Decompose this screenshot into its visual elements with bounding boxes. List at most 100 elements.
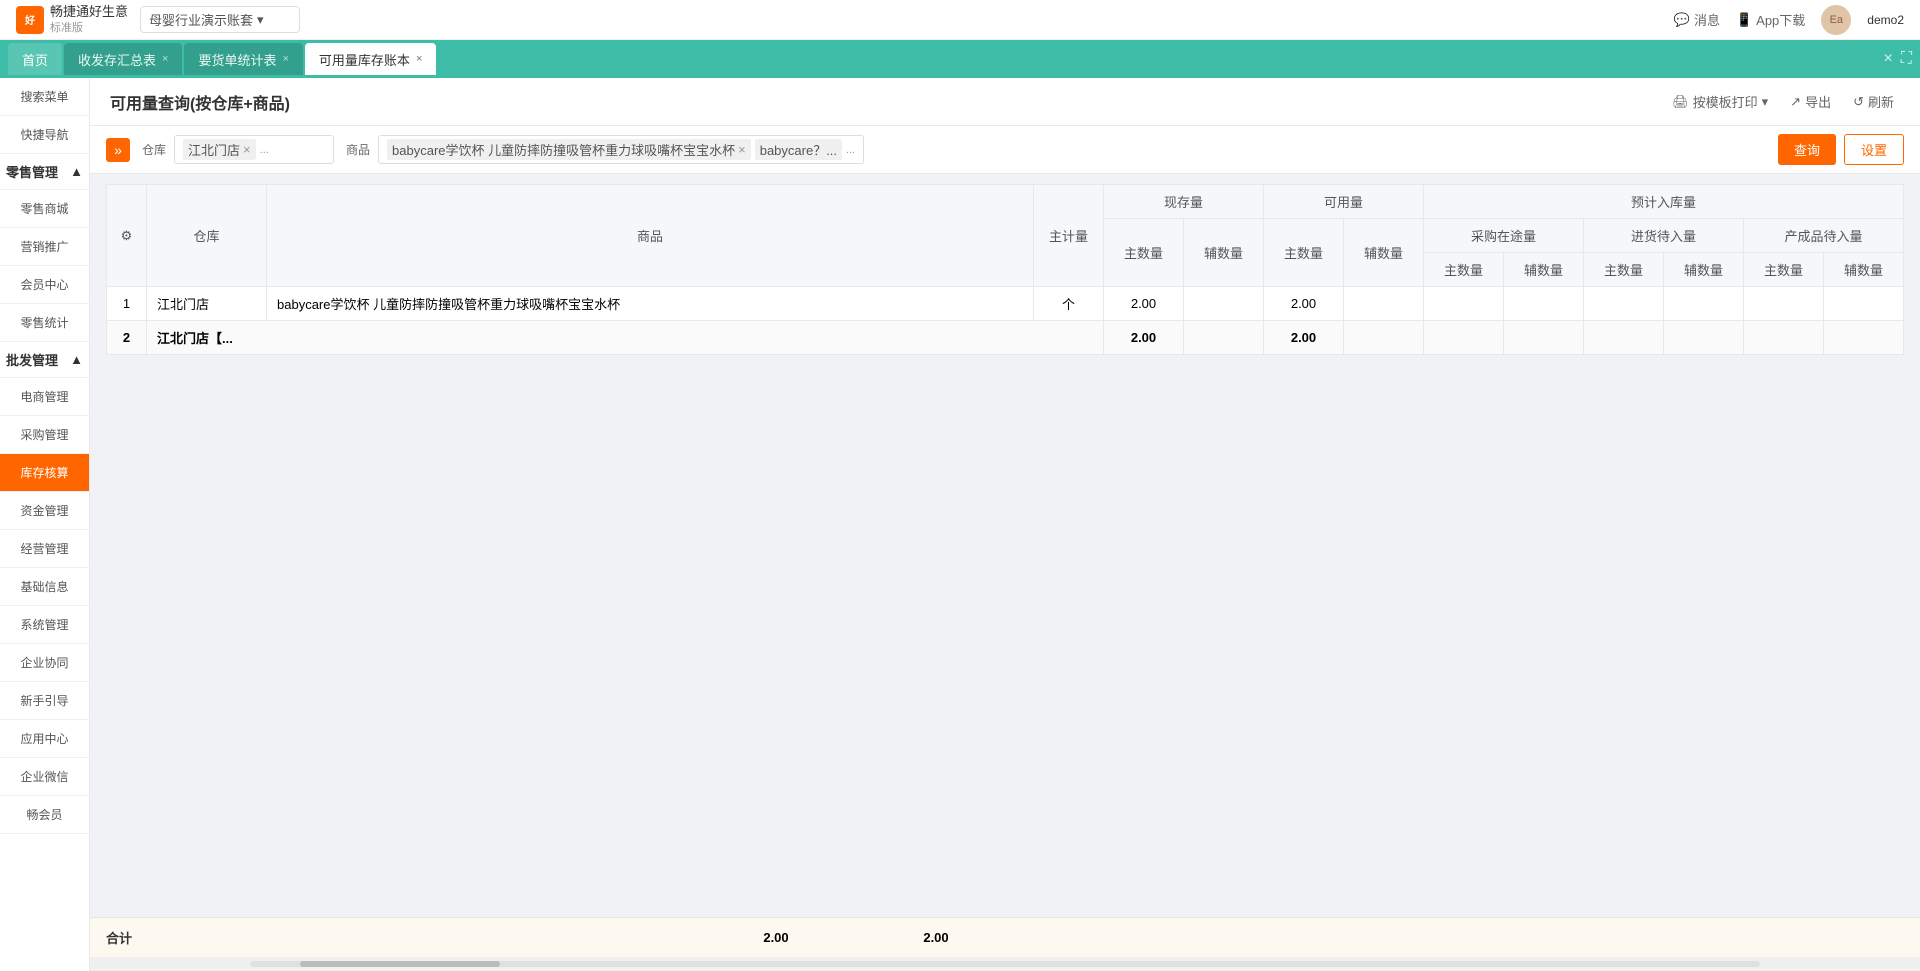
td-purchase-main-1 bbox=[1424, 287, 1504, 321]
fullscreen-button[interactable]: ⛶ bbox=[1901, 50, 1912, 68]
tab-available-inventory-close[interactable]: × bbox=[416, 53, 422, 65]
sidebar-item-marketing[interactable]: 营销推广 bbox=[0, 228, 89, 266]
td-subtotal-purchase-main bbox=[1424, 321, 1504, 355]
scrollbar-thumb[interactable] bbox=[300, 961, 500, 967]
th-available-aux: 辅数量 bbox=[1344, 219, 1424, 287]
table-subtotal-row: 2 江北门店【... 2.00 2.00 bbox=[107, 321, 1904, 355]
sidebar-item-new-guide[interactable]: 新手引导 bbox=[0, 682, 89, 720]
th-available-main: 主数量 bbox=[1264, 219, 1344, 287]
th-arrival-main: 主数量 bbox=[1584, 253, 1664, 287]
expand-filter-button[interactable]: » bbox=[106, 138, 130, 162]
product-filter-input[interactable]: babycare学饮杯 儿童防摔防撞吸管杯重力球吸嘴杯宝宝水杯 × babyca… bbox=[378, 135, 864, 164]
close-all-tabs-button[interactable]: × bbox=[1883, 50, 1892, 68]
query-button[interactable]: 查询 bbox=[1778, 134, 1836, 165]
total-stock-main: 2.00 bbox=[736, 926, 816, 949]
export-icon: ↗ bbox=[1790, 94, 1801, 110]
sidebar-item-retail-store[interactable]: 零售商城 bbox=[0, 190, 89, 228]
tab-receive-summary-close[interactable]: × bbox=[162, 53, 168, 65]
total-spacer bbox=[266, 926, 736, 949]
gear-icon[interactable]: ⚙ bbox=[121, 228, 133, 243]
sidebar-item-wholesale-mgmt[interactable]: 批发管理▲ bbox=[0, 342, 89, 378]
tab-home-label: 首页 bbox=[22, 50, 48, 69]
td-purchase-aux-1 bbox=[1504, 287, 1584, 321]
th-inbound-group: 预计入库量 bbox=[1424, 185, 1904, 219]
sidebar-item-retail-mgmt[interactable]: 零售管理▲ bbox=[0, 154, 89, 190]
sidebar-item-inventory-check[interactable]: 库存核算 bbox=[0, 454, 89, 492]
sidebar-item-quick-nav[interactable]: 快捷导航 bbox=[0, 116, 89, 154]
tab-receive-summary[interactable]: 收发存汇总表 × bbox=[64, 43, 182, 75]
th-production-group: 产成品待入量 bbox=[1744, 219, 1904, 253]
print-icon: 🖨 bbox=[1672, 94, 1689, 110]
td-product-1: babycare学饮杯 儿童防摔防撞吸管杯重力球吸嘴杯宝宝水杯 bbox=[267, 287, 1034, 321]
message-button[interactable]: 💬 消息 bbox=[1674, 10, 1720, 29]
industry-select[interactable]: 母婴行业演示账套 ▾ bbox=[140, 6, 300, 33]
sidebar-item-system-mgmt[interactable]: 系统管理 bbox=[0, 606, 89, 644]
sidebar-item-member-center[interactable]: 会员中心 bbox=[0, 266, 89, 304]
tab-order-stats-close[interactable]: × bbox=[282, 53, 288, 65]
product-tag-1-close[interactable]: × bbox=[738, 142, 746, 157]
sidebar-item-ecommerce-mgmt[interactable]: 电商管理 bbox=[0, 378, 89, 416]
page-header: 可用量查询(按仓库+商品) 🖨 按模板打印 ▾ ↗ 导出 ↺ 刷新 bbox=[90, 78, 1920, 126]
table-container: ⚙ 仓库 商品 主计量 现存量 可用量 预计入库量 主数量 辅数量 主数量 bbox=[90, 174, 1920, 917]
total-available-aux bbox=[976, 926, 1056, 949]
product-tag-1: babycare学饮杯 儿童防摔防撞吸管杯重力球吸嘴杯宝宝水杯 × bbox=[387, 139, 751, 160]
tab-home[interactable]: 首页 bbox=[8, 43, 62, 75]
sidebar-item-basic-info[interactable]: 基础信息 bbox=[0, 568, 89, 606]
warehouse-more-indicator[interactable]: ... bbox=[260, 144, 269, 156]
scroll-bar-area bbox=[90, 957, 1920, 971]
warehouse-filter-group: 仓库 江北门店 × ... bbox=[142, 135, 334, 164]
td-production-aux-1 bbox=[1824, 287, 1904, 321]
td-subtotal-production-main bbox=[1744, 321, 1824, 355]
export-button[interactable]: ↗ 导出 bbox=[1784, 88, 1837, 115]
product-filter-group: 商品 babycare学饮杯 儿童防摔防撞吸管杯重力球吸嘴杯宝宝水杯 × bab… bbox=[346, 135, 864, 164]
th-stock-group: 现存量 bbox=[1104, 185, 1264, 219]
tab-available-inventory[interactable]: 可用量库存账本 × bbox=[305, 43, 436, 75]
td-subtotal-available-aux bbox=[1344, 321, 1424, 355]
td-available-aux-1 bbox=[1344, 287, 1424, 321]
sidebar-item-ops-mgmt[interactable]: 经营管理 bbox=[0, 530, 89, 568]
tab-bar-actions: × ⛶ bbox=[1883, 50, 1912, 68]
table-row: 1 江北门店 babycare学饮杯 儿童防摔防撞吸管杯重力球吸嘴杯宝宝水杯 个… bbox=[107, 287, 1904, 321]
warehouse-tag: 江北门店 × bbox=[183, 139, 256, 160]
sidebar-item-retail-stats[interactable]: 零售统计 bbox=[0, 304, 89, 342]
print-button[interactable]: 🖨 按模板打印 ▾ bbox=[1666, 88, 1774, 115]
total-available-main: 2.00 bbox=[896, 926, 976, 949]
app-download-button[interactable]: 📱 App下载 bbox=[1736, 10, 1805, 29]
top-bar-right: 💬 消息 📱 App下载 Ea demo2 bbox=[1674, 5, 1904, 35]
td-subtotal-production-aux bbox=[1824, 321, 1904, 355]
top-bar: 好 畅捷通好生意 标准版 母婴行业演示账套 ▾ 💬 消息 📱 App下载 Ea … bbox=[0, 0, 1920, 40]
logo-text: 畅捷通好生意 标准版 bbox=[50, 4, 128, 35]
setting-button[interactable]: 设置 bbox=[1844, 134, 1904, 165]
td-stock-main-1: 2.00 bbox=[1104, 287, 1184, 321]
th-purchase-aux: 辅数量 bbox=[1504, 253, 1584, 287]
sidebar-item-purchase-mgmt[interactable]: 采购管理 bbox=[0, 416, 89, 454]
warehouse-filter-input[interactable]: 江北门店 × ... bbox=[174, 135, 334, 164]
th-warehouse: 仓库 bbox=[147, 185, 267, 287]
refresh-button[interactable]: ↺ 刷新 bbox=[1847, 88, 1900, 115]
data-table: ⚙ 仓库 商品 主计量 现存量 可用量 预计入库量 主数量 辅数量 主数量 bbox=[106, 184, 1904, 355]
tab-available-inventory-label: 可用量库存账本 bbox=[319, 50, 410, 69]
download-icon: 📱 bbox=[1736, 12, 1752, 28]
sidebar-item-enterprise-wechat[interactable]: 企业微信 bbox=[0, 758, 89, 796]
horizontal-scrollbar[interactable] bbox=[250, 961, 1760, 967]
sidebar-item-search-menu[interactable]: 搜索菜单 bbox=[0, 78, 89, 116]
chevron-down-icon: ▾ bbox=[257, 12, 264, 28]
tab-order-stats[interactable]: 要货单统计表 × bbox=[184, 43, 302, 75]
page-title: 可用量查询(按仓库+商品) bbox=[110, 90, 290, 114]
td-subtotal-arrival-main bbox=[1584, 321, 1664, 355]
chevron-up-icon-2: ▲ bbox=[70, 352, 83, 367]
sidebar-item-finance-mgmt[interactable]: 资金管理 bbox=[0, 492, 89, 530]
sidebar-item-pro-member[interactable]: 畅会员 bbox=[0, 796, 89, 834]
main-layout: 搜索菜单 快捷导航 零售管理▲ 零售商城 营销推广 会员中心 零售统计 批发管理… bbox=[0, 78, 1920, 971]
td-subtotal-stock-main: 2.00 bbox=[1104, 321, 1184, 355]
td-stock-aux-1 bbox=[1184, 287, 1264, 321]
avatar[interactable]: Ea bbox=[1821, 5, 1851, 35]
total-values: 2.00 2.00 bbox=[266, 926, 1056, 949]
product-more-indicator[interactable]: ... bbox=[846, 144, 855, 156]
chevron-up-icon: ▲ bbox=[70, 164, 83, 179]
warehouse-tag-close[interactable]: × bbox=[243, 142, 251, 157]
sidebar-item-enterprise-collab[interactable]: 企业协同 bbox=[0, 644, 89, 682]
th-purchase-main: 主数量 bbox=[1424, 253, 1504, 287]
username-label: demo2 bbox=[1867, 13, 1904, 27]
sidebar-item-app-center[interactable]: 应用中心 bbox=[0, 720, 89, 758]
